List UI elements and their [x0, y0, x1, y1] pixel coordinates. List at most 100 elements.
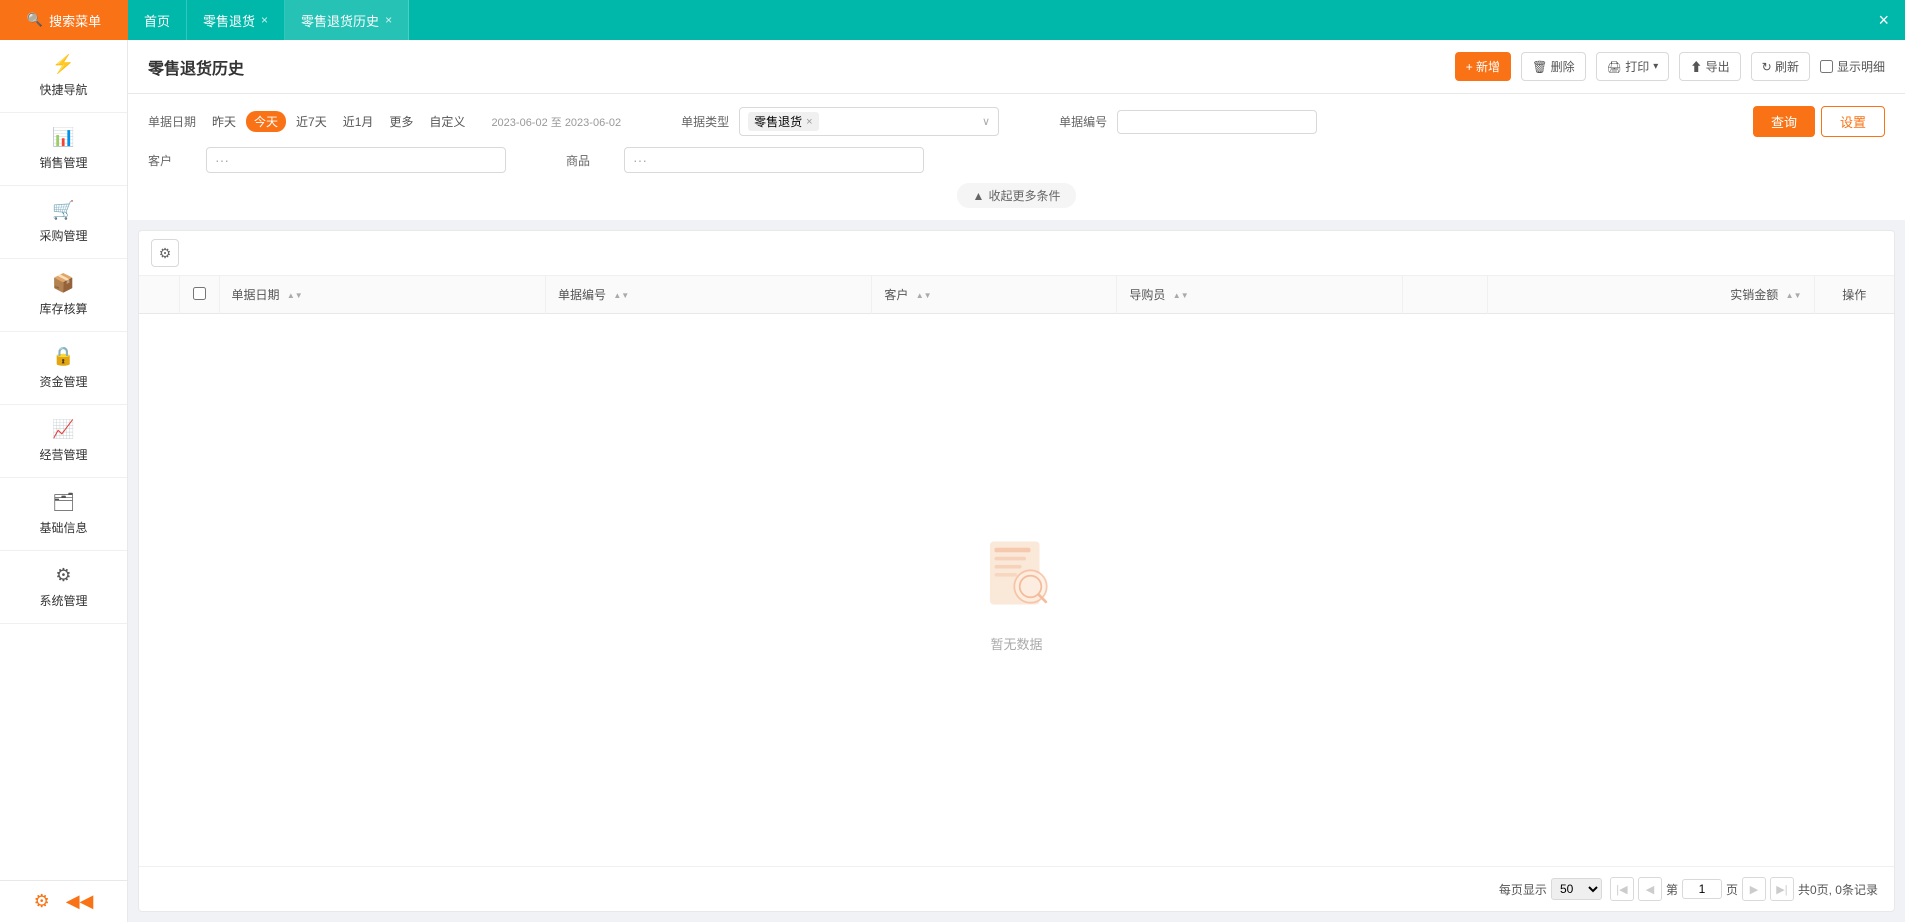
page-size-label: 每页显示 — [1499, 881, 1547, 898]
display-detail-container: 显示明细 — [1820, 58, 1885, 75]
display-detail-checkbox[interactable] — [1820, 60, 1833, 73]
new-btn[interactable]: + 新增 — [1455, 52, 1511, 81]
sidebar-volume-icon[interactable]: ◀◀ — [66, 891, 94, 912]
page-size-select[interactable]: 20 50 100 — [1551, 878, 1602, 900]
th-spacer — [1403, 276, 1488, 314]
purchase-icon: 🛒 — [52, 200, 74, 221]
th-date-sort: ▲▼ — [287, 291, 303, 300]
th-action-label: 操作 — [1842, 288, 1866, 302]
voucher-type-select[interactable]: 零售退货 × ∨ — [739, 107, 999, 136]
content-area: 零售退货历史 + 新增 🗑 删除 🖨 打印 ▾ ⬆ 导出 — [128, 40, 1905, 922]
date-shortcut-7days[interactable]: 近7天 — [290, 111, 333, 132]
tab-home[interactable]: 首页 — [128, 0, 187, 40]
customer-select[interactable]: ··· — [206, 147, 506, 173]
sidebar-item-sales-mgmt[interactable]: 📊 销售管理 — [0, 113, 127, 186]
th-guide-sort: ▲▼ — [1173, 291, 1189, 300]
quick-nav-icon: ⚡ — [52, 54, 74, 75]
filter-settings-btn[interactable]: 设置 — [1821, 106, 1885, 137]
sidebar-item-purchase-label: 采购管理 — [39, 227, 87, 244]
customer-filter-label: 客户 — [148, 152, 198, 169]
sidebar-item-inventory[interactable]: 📦 库存核算 — [0, 259, 127, 332]
pagination-nav: |◀ ◀ 第 页 ▶ ▶| 共0页, 0条记录 — [1610, 877, 1878, 901]
customer-filter-item: 客户 ··· — [148, 147, 506, 173]
print-arrow-icon: ▾ — [1653, 61, 1658, 72]
voucher-type-tag-text: 零售退货 — [754, 113, 802, 130]
sidebar-item-basic-info[interactable]: 🗂 基础信息 — [0, 478, 127, 551]
th-amount[interactable]: 实销金额 ▲▼ — [1487, 276, 1814, 314]
sidebar-item-operations[interactable]: 📈 经营管理 — [0, 405, 127, 478]
sidebar-item-finance[interactable]: 🔒 资金管理 — [0, 332, 127, 405]
sidebar-item-basic-info-label: 基础信息 — [39, 519, 87, 536]
voucher-id-label: 单据编号 — [1059, 113, 1109, 130]
goods-dots: ··· — [633, 152, 647, 168]
last-page-btn[interactable]: ▶| — [1770, 877, 1794, 901]
sidebar-item-inventory-label: 库存核算 — [39, 300, 87, 317]
th-customer-label: 客户 — [884, 288, 908, 302]
sidebar-item-quick-nav[interactable]: ⚡ 快捷导航 — [0, 40, 127, 113]
table-column-settings-btn[interactable]: ⚙ — [151, 239, 179, 267]
toolbar: + 新增 🗑 删除 🖨 打印 ▾ ⬆ 导出 ↻ 刷新 — [1455, 52, 1885, 81]
date-shortcut-today[interactable]: 今天 — [246, 111, 286, 132]
display-detail-label[interactable]: 显示明细 — [1837, 58, 1885, 75]
filter-settings-btn-label: 设置 — [1840, 115, 1866, 130]
inventory-icon: 📦 — [52, 273, 74, 294]
next-page-btn[interactable]: ▶ — [1742, 877, 1766, 901]
voucher-type-tag-remove[interactable]: × — [806, 116, 812, 128]
th-settings — [139, 276, 179, 314]
goods-select[interactable]: ··· — [624, 147, 924, 173]
delete-btn-label: 🗑 删除 — [1532, 58, 1575, 75]
operations-icon: 📈 — [52, 419, 74, 440]
close-all-tabs-btn[interactable]: × — [1862, 10, 1905, 31]
page-input[interactable] — [1682, 879, 1722, 899]
empty-state: 暂无数据 — [139, 314, 1894, 866]
collapse-btn-label: 收起更多条件 — [988, 187, 1060, 204]
th-voucher-id-label: 单据编号 — [558, 288, 606, 302]
date-range-item: 2023-06-02 至 2023-06-02 — [491, 114, 621, 130]
th-date[interactable]: 单据日期 ▲▼ — [219, 276, 545, 314]
page-size-container: 每页显示 20 50 100 — [1499, 878, 1602, 900]
sidebar-bottom: ⚙ ◀◀ — [0, 880, 127, 922]
page-header: 零售退货历史 + 新增 🗑 删除 🖨 打印 ▾ ⬆ 导出 — [128, 40, 1905, 94]
print-btn-label: 🖨 打印 — [1607, 58, 1650, 75]
sidebar-item-quick-nav-label: 快捷导航 — [39, 81, 87, 98]
refresh-btn-label: ↻ 刷新 — [1762, 58, 1799, 75]
tab-retail-return-close[interactable]: × — [261, 13, 268, 27]
delete-btn[interactable]: 🗑 删除 — [1521, 52, 1586, 81]
tab-retail-return-history[interactable]: 零售退货历史 × — [285, 0, 409, 40]
th-customer-sort: ▲▼ — [916, 291, 932, 300]
first-page-btn[interactable]: |◀ — [1610, 877, 1634, 901]
filter-row-1: 单据日期 昨天 今天 近7天 近1月 更多 自定义 2023-06-02 至 2… — [148, 106, 1885, 137]
date-shortcut-more[interactable]: 更多 — [383, 111, 419, 132]
date-shortcut-yesterday[interactable]: 昨天 — [206, 111, 242, 132]
date-shortcut-1month[interactable]: 近1月 — [337, 111, 380, 132]
query-btn[interactable]: 查询 — [1753, 106, 1815, 137]
sidebar-item-purchase-mgmt[interactable]: 🛒 采购管理 — [0, 186, 127, 259]
sidebar-settings-icon[interactable]: ⚙ — [34, 891, 50, 912]
refresh-btn[interactable]: ↻ 刷新 — [1751, 52, 1810, 81]
print-btn[interactable]: 🖨 打印 ▾ — [1596, 52, 1670, 81]
prev-page-btn[interactable]: ◀ — [1638, 877, 1662, 901]
collapse-arrow-icon: ▲ — [973, 189, 985, 203]
date-filter-item: 单据日期 昨天 今天 近7天 近1月 更多 自定义 — [148, 111, 471, 132]
export-btn[interactable]: ⬆ 导出 — [1679, 52, 1740, 81]
finance-icon: 🔒 — [52, 346, 74, 367]
date-shortcut-custom[interactable]: 自定义 — [423, 111, 471, 132]
export-btn-label: ⬆ 导出 — [1690, 58, 1729, 75]
th-voucher-id[interactable]: 单据编号 ▲▼ — [545, 276, 871, 314]
th-guide[interactable]: 导购员 ▲▼ — [1117, 276, 1403, 314]
table-header: 单据日期 ▲▼ 单据编号 ▲▼ 客户 ▲▼ — [139, 276, 1894, 314]
voucher-type-item: 单据类型 零售退货 × ∨ — [681, 107, 999, 136]
tab-retail-return[interactable]: 零售退货 × — [187, 0, 285, 40]
goods-filter-item: 商品 ··· — [566, 147, 924, 173]
collapse-btn[interactable]: ▲ 收起更多条件 — [957, 183, 1077, 208]
th-voucher-id-sort: ▲▼ — [613, 291, 629, 300]
empty-state-icon — [972, 528, 1062, 618]
sidebar-item-system-label: 系统管理 — [39, 592, 87, 609]
tab-retail-return-history-close[interactable]: × — [385, 13, 392, 27]
search-menu-btn[interactable]: 🔍 搜索菜单 — [0, 0, 128, 40]
voucher-id-input[interactable] — [1117, 110, 1317, 134]
select-all-checkbox[interactable] — [193, 287, 206, 300]
sidebar: ⚡ 快捷导航 📊 销售管理 🛒 采购管理 📦 库存核算 🔒 资金管理 📈 经营管… — [0, 40, 128, 922]
sidebar-item-system-mgmt[interactable]: ⚙ 系统管理 — [0, 551, 127, 624]
th-customer[interactable]: 客户 ▲▼ — [872, 276, 1117, 314]
